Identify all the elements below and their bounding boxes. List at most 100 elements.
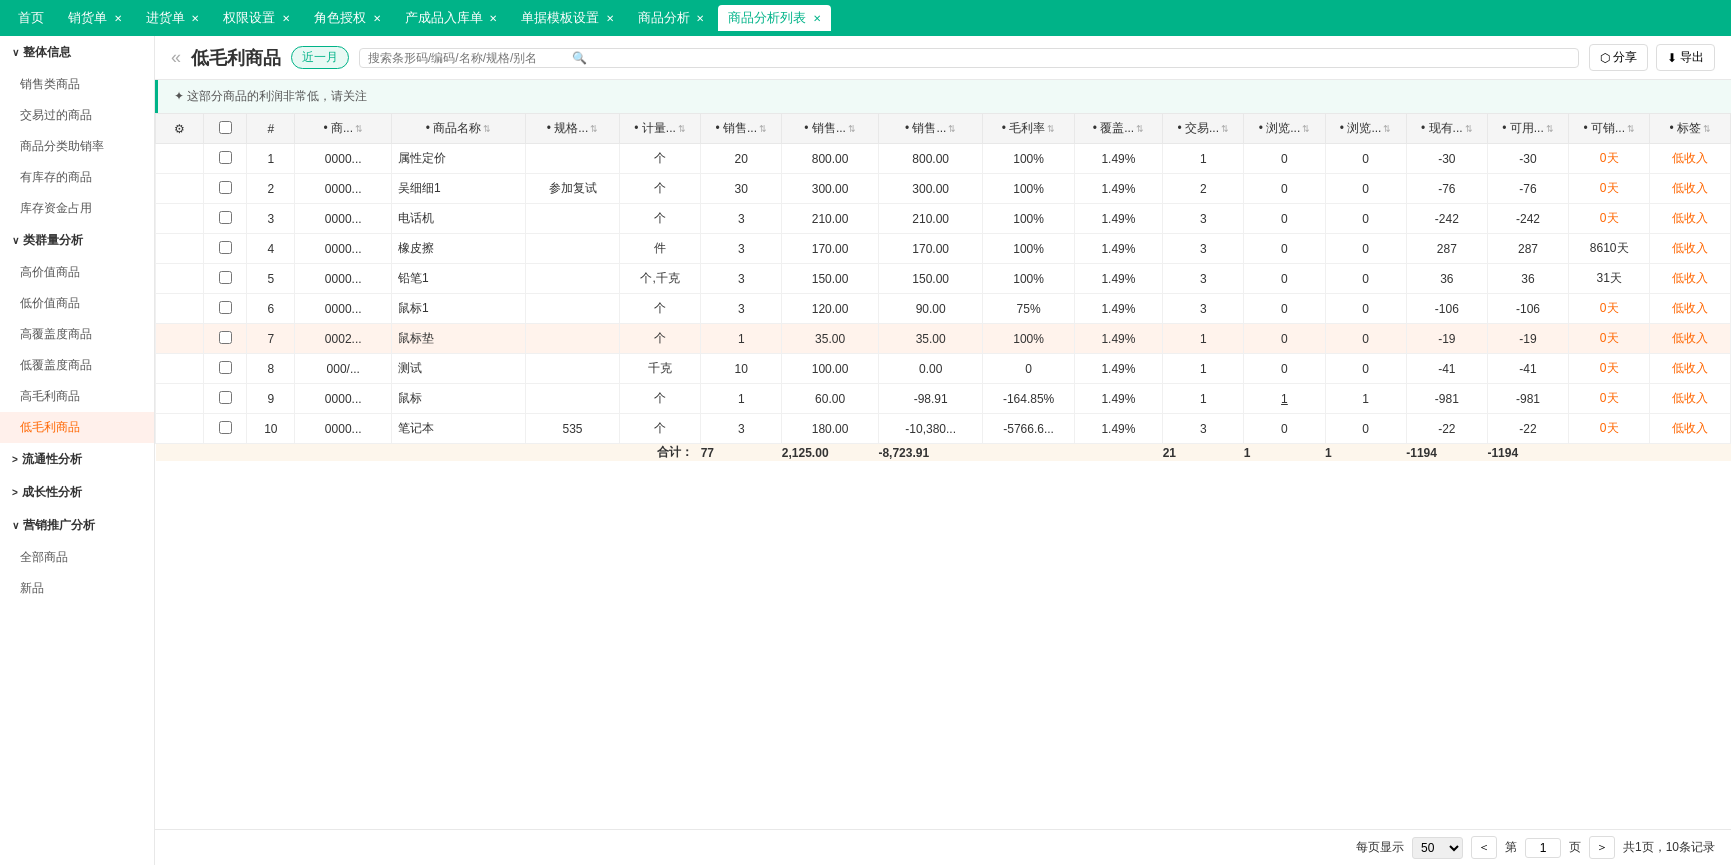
sidebar-group-growth[interactable]: > 成长性分析 [0,476,154,509]
sidebar-group-group-analysis[interactable]: ∨ 类群量分析 [0,224,154,257]
row-sale-total: 210.00 [878,204,983,234]
row-sale-qty: 3 [701,204,782,234]
col-sale-qty[interactable]: • 销售... ⇅ [701,114,782,144]
row-sale-total: 300.00 [878,174,983,204]
prev-page-btn[interactable]: ＜ [1471,836,1497,859]
col-settings[interactable]: ⚙ [156,114,204,144]
sidebar-item-sale-goods[interactable]: 销售类商品 [0,69,154,100]
row-spec [526,264,620,294]
row-checkbox[interactable] [204,384,247,414]
nav-analysis[interactable]: 商品分析 ✕ [628,5,715,31]
row-cover: 1.49% [1074,384,1163,414]
sidebar-item-traded-goods[interactable]: 交易过的商品 [0,100,154,131]
row-sale-total: 0.00 [878,354,983,384]
nav-product[interactable]: 产成品入库单 ✕ [395,5,508,31]
row-checkbox[interactable] [204,324,247,354]
row-cover: 1.49% [1074,324,1163,354]
row-checkbox[interactable] [204,204,247,234]
sidebar-item-fund[interactable]: 库存资金占用 [0,193,154,224]
col-tag[interactable]: • 标签 ⇅ [1650,114,1731,144]
row-num: 4 [247,234,295,264]
sidebar-item-high-coverage[interactable]: 高覆盖度商品 [0,319,154,350]
row-unit: 个 [619,174,700,204]
sidebar-item-low-value[interactable]: 低价值商品 [0,288,154,319]
search-box: 🔍 [359,48,1579,68]
sidebar-collapse-btn[interactable]: « [171,47,181,68]
search-icon[interactable]: 🔍 [572,51,587,65]
sidebar-item-stock-goods[interactable]: 有库存的商品 [0,162,154,193]
col-code[interactable]: • 商... ⇅ [295,114,392,144]
row-stock: -22 [1406,414,1487,444]
row-checkbox[interactable] [204,264,247,294]
col-stock[interactable]: • 现有... ⇅ [1406,114,1487,144]
checkbox-all[interactable] [219,121,232,134]
sidebar-item-high-value[interactable]: 高价值商品 [0,257,154,288]
col-checkbox-all[interactable] [204,114,247,144]
row-unit: 千克 [619,354,700,384]
sidebar-item-new-goods[interactable]: 新品 [0,573,154,604]
col-unit[interactable]: • 计量... ⇅ [619,114,700,144]
col-profit-rate[interactable]: • 毛利率 ⇅ [983,114,1074,144]
row-view2: 1 [1325,384,1406,414]
per-page-select[interactable]: 50 20 100 200 [1412,837,1463,859]
col-avail[interactable]: • 可用... ⇅ [1487,114,1568,144]
footer-view1: 1 [1244,444,1325,462]
sidebar-item-all-goods[interactable]: 全部商品 [0,542,154,573]
row-name: 属性定价 [391,144,525,174]
export-button[interactable]: ⬇ 导出 [1656,44,1715,71]
sidebar-item-low-coverage[interactable]: 低覆盖度商品 [0,350,154,381]
row-stock: 36 [1406,264,1487,294]
share-button[interactable]: ⬡ 分享 [1589,44,1648,71]
row-view1[interactable]: 1 [1244,384,1325,414]
table-row: 8 000/... 测试 千克 10 100.00 0.00 0 1.49% 1… [156,354,1731,384]
col-trade[interactable]: • 交易... ⇅ [1163,114,1244,144]
col-view1[interactable]: • 浏览... ⇅ [1244,114,1325,144]
nav-home[interactable]: 首页 [8,5,54,31]
row-stock: 287 [1406,234,1487,264]
sidebar-item-category-rate[interactable]: 商品分类助销率 [0,131,154,162]
col-settings-cell [156,354,204,384]
nav-sale[interactable]: 销货单 ✕ [58,5,132,31]
sidebar-group-liquidity[interactable]: > 流通性分析 [0,443,154,476]
sidebar-item-high-margin[interactable]: 高毛利商品 [0,381,154,412]
col-sellable[interactable]: • 可销... ⇅ [1569,114,1650,144]
row-checkbox[interactable] [204,414,247,444]
table-row: 10 0000... 笔记本 535 个 3 180.00 -10,380...… [156,414,1731,444]
search-input[interactable] [368,51,568,65]
row-unit: 个 [619,204,700,234]
row-cover: 1.49% [1074,234,1163,264]
sidebar-item-low-margin[interactable]: 低毛利商品 [0,412,154,443]
col-view2[interactable]: • 浏览... ⇅ [1325,114,1406,144]
row-unit: 个 [619,294,700,324]
row-spec [526,384,620,414]
col-settings-cell [156,144,204,174]
col-sale-price[interactable]: • 销售... ⇅ [782,114,879,144]
row-stock: -106 [1406,294,1487,324]
col-cover[interactable]: • 覆盖... ⇅ [1074,114,1163,144]
sidebar-group-overall[interactable]: ∨ 整体信息 [0,36,154,69]
row-checkbox[interactable] [204,354,247,384]
nav-template[interactable]: 单据模板设置 ✕ [511,5,624,31]
nav-role[interactable]: 角色授权 ✕ [304,5,391,31]
col-settings-cell [156,234,204,264]
col-spec[interactable]: • 规格... ⇅ [526,114,620,144]
top-nav: 首页 销货单 ✕ 进货单 ✕ 权限设置 ✕ 角色授权 ✕ 产成品入库单 ✕ 单据… [0,0,1731,36]
filter-btn[interactable]: 近一月 [291,46,349,69]
export-icon: ⬇ [1667,51,1677,65]
nav-purchase[interactable]: 进货单 ✕ [136,5,210,31]
row-sale-total: 170.00 [878,234,983,264]
col-name[interactable]: • 商品名称 ⇅ [391,114,525,144]
nav-analysis-list[interactable]: 商品分析列表 ✕ [718,5,831,31]
row-code: 0002... [295,324,392,354]
next-page-btn[interactable]: ＞ [1589,836,1615,859]
sidebar-group-marketing[interactable]: ∨ 营销推广分析 [0,509,154,542]
page-input[interactable] [1525,838,1561,858]
row-checkbox[interactable] [204,174,247,204]
row-checkbox[interactable] [204,234,247,264]
row-stock: -242 [1406,204,1487,234]
row-checkbox[interactable] [204,294,247,324]
col-sale-total[interactable]: • 销售... ⇅ [878,114,983,144]
per-page-label: 每页显示 [1356,839,1404,856]
nav-permission[interactable]: 权限设置 ✕ [213,5,300,31]
row-checkbox[interactable] [204,144,247,174]
